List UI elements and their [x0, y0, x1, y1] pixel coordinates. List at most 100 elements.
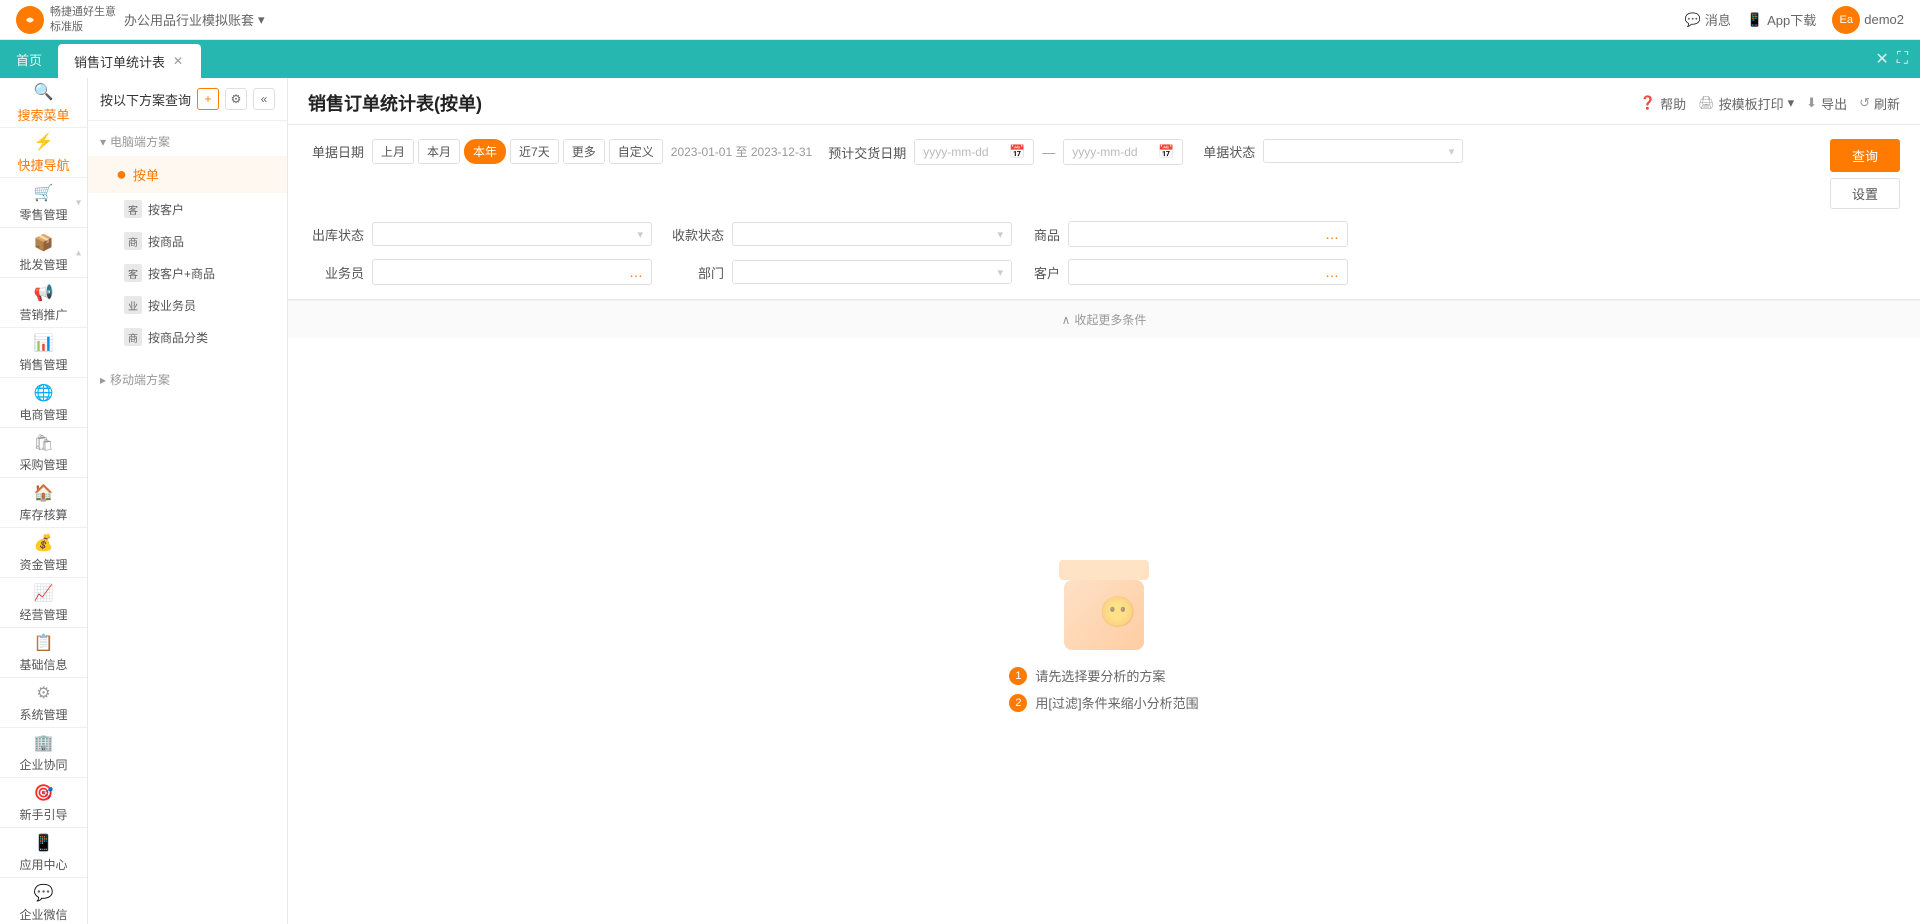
- mobile-scheme-group: ▸ 移动端方案: [88, 359, 287, 400]
- print-btn[interactable]: 🖨 按模板打印 ▾: [1698, 94, 1794, 113]
- close-window-icon[interactable]: ✕: [1875, 49, 1888, 69]
- sidebar-item-app-center[interactable]: 📱 应用中心: [0, 828, 87, 878]
- goods-input[interactable]: …: [1068, 221, 1348, 247]
- expected-date-end-input[interactable]: yyyy-mm-dd 📅: [1063, 139, 1183, 165]
- payment-status-select[interactable]: ▾: [732, 222, 1012, 246]
- box-top: [1059, 560, 1149, 580]
- settings-button[interactable]: 设置: [1830, 178, 1900, 209]
- sidebar-item-onboarding[interactable]: 🎯 新手引导: [0, 778, 87, 828]
- collapse-panel-btn[interactable]: «: [253, 88, 275, 110]
- sidebar-item-inventory[interactable]: 🏠 库存核算: [0, 478, 87, 528]
- goods-category-icon: 商: [124, 328, 142, 346]
- avatar: Ea: [1832, 6, 1860, 34]
- date-btn-custom[interactable]: 自定义: [609, 139, 663, 164]
- sidebar-item-quick-nav[interactable]: ⚡ 快捷导航: [0, 128, 87, 178]
- sidebar-item-system[interactable]: ⚙ 系统管理: [0, 678, 87, 728]
- sidebar-item-sales[interactable]: 📊 销售管理: [0, 328, 87, 378]
- pc-group-title: ▾ 电脑端方案: [88, 127, 287, 156]
- out-status-label: 出库状态: [308, 225, 364, 244]
- sidebar-item-ecommerce[interactable]: 🌐 电商管理: [0, 378, 87, 428]
- messages-btn[interactable]: 💬 消息: [1685, 10, 1731, 29]
- scheme-item-order[interactable]: ● 按单: [88, 156, 287, 193]
- customer-goods-icon: 客: [124, 264, 142, 282]
- logo-area: 畅捷通好生意 标准版: [16, 5, 116, 34]
- expected-date-start-input[interactable]: yyyy-mm-dd 📅: [914, 139, 1034, 165]
- calendar-end-icon: 📅: [1158, 144, 1174, 160]
- sidebar-item-retail[interactable]: 🛒 零售管理 ▾: [0, 178, 87, 228]
- query-button[interactable]: 查询: [1830, 139, 1900, 172]
- department-select[interactable]: ▾: [732, 260, 1012, 284]
- page-header-actions: ❓ 帮助 🖨 按模板打印 ▾ ⬇ 导出 ↺ 刷新: [1640, 94, 1900, 113]
- sidebar-item-finance[interactable]: 💰 资金管理: [0, 528, 87, 578]
- sidebar-item-basic-info[interactable]: 📋 基础信息: [0, 628, 87, 678]
- scheme-item-customer-goods[interactable]: 客 按客户+商品: [88, 257, 287, 289]
- sidebar-item-operations[interactable]: 📈 经营管理: [0, 578, 87, 628]
- date-btn-this-year[interactable]: 本年: [464, 139, 506, 164]
- refresh-btn[interactable]: ↺ 刷新: [1859, 94, 1900, 113]
- sidebar-item-wholesale[interactable]: 📦 批发管理 ▴: [0, 228, 87, 278]
- wechat-icon: 💬: [34, 883, 54, 903]
- help-btn[interactable]: ❓ 帮助: [1640, 94, 1686, 113]
- logo-icon: [16, 6, 44, 34]
- scheme-settings-btn[interactable]: ⚙: [225, 88, 247, 110]
- customer-scheme-icon: 客: [124, 200, 142, 218]
- tab-home[interactable]: 首页: [0, 40, 58, 78]
- salesperson-scheme-icon: 业: [124, 296, 142, 314]
- scheme-item-customer[interactable]: 客 按客户: [88, 193, 287, 225]
- tab-sales-stat[interactable]: 销售订单统计表 ✕: [58, 44, 201, 78]
- customer-input[interactable]: …: [1068, 259, 1348, 285]
- date-btn-more[interactable]: 更多: [563, 139, 605, 164]
- ecommerce-icon: 🌐: [34, 383, 54, 403]
- scheme-item-goods[interactable]: 商 按商品: [88, 225, 287, 257]
- basic-info-icon: 📋: [34, 633, 54, 653]
- help-icon: ❓: [1640, 95, 1656, 111]
- sidebar-item-purchase[interactable]: 🛍 采购管理: [0, 428, 87, 478]
- out-status-chevron-icon: ▾: [637, 228, 643, 241]
- search-icon: 🔍: [34, 82, 54, 102]
- expand-icon[interactable]: ⛶: [1897, 50, 1908, 68]
- marketing-icon: 📢: [34, 283, 54, 303]
- sidebar-item-marketing[interactable]: 📢 营销推广: [0, 278, 87, 328]
- goods-more-icon: …: [1325, 226, 1339, 242]
- app-download-btn[interactable]: 📱 App下载: [1747, 10, 1816, 29]
- salesperson-more-icon: …: [629, 264, 643, 280]
- tab-bar-actions: ✕ ⛶: [1875, 49, 1920, 69]
- export-btn[interactable]: ⬇ 导出: [1806, 94, 1847, 113]
- date-btn-last-month[interactable]: 上月: [372, 139, 414, 164]
- sidebar: 🔍 搜索菜单 ⚡ 快捷导航 🛒 零售管理 ▾ 📦 批发管理 ▴ 📢 营销推广 📊…: [0, 78, 88, 924]
- payment-chevron-icon: ▾: [997, 228, 1003, 241]
- status-select[interactable]: ▾: [1263, 139, 1463, 163]
- date-separator: —: [1042, 145, 1055, 160]
- empty-state: 😶 1 请先选择要分析的方案 2 用[过滤]条件来缩小分析范围: [288, 338, 1920, 924]
- customer-more-icon: …: [1325, 264, 1339, 280]
- system-icon: ⚙: [36, 683, 50, 703]
- add-scheme-btn[interactable]: +: [197, 88, 219, 110]
- app-center-icon: 📱: [34, 833, 54, 853]
- salesperson-input[interactable]: …: [372, 259, 652, 285]
- logo-text: 畅捷通好生意 标准版: [50, 5, 116, 34]
- out-status-select[interactable]: ▾: [372, 222, 652, 246]
- status-label: 单据状态: [1199, 142, 1255, 161]
- purchase-icon: 🛍: [33, 433, 53, 453]
- status-chevron-icon: ▾: [1449, 145, 1455, 158]
- pc-scheme-group: ▾ 电脑端方案 ● 按单 客 按客户 商 按商品 客 按客户+商品: [88, 121, 287, 359]
- payment-status-label: 收款状态: [668, 225, 724, 244]
- breadcrumb[interactable]: 办公用品行业模拟账套 ▾: [124, 10, 265, 29]
- tab-bar: 首页 销售订单统计表 ✕ ✕ ⛶: [0, 40, 1920, 78]
- sidebar-item-corp-wechat[interactable]: 💬 企业微信: [0, 878, 87, 924]
- scheme-item-goods-category[interactable]: 商 按商品分类: [88, 321, 287, 353]
- sidebar-item-enterprise[interactable]: 🏢 企业协同: [0, 728, 87, 778]
- scheme-item-salesperson[interactable]: 业 按业务员: [88, 289, 287, 321]
- tab-close-icon[interactable]: ✕: [171, 52, 185, 70]
- top-header: 畅捷通好生意 标准版 办公用品行业模拟账套 ▾ 💬 消息 📱 App下载 Ea …: [0, 0, 1920, 40]
- sidebar-item-search-menu[interactable]: 🔍 搜索菜单: [0, 78, 87, 128]
- chevron-up-icon: ▴: [76, 247, 81, 258]
- print-icon: 🖨: [1698, 95, 1715, 111]
- date-btn-7days[interactable]: 近7天: [510, 139, 559, 164]
- empty-tip-1: 1 请先选择要分析的方案: [1009, 666, 1198, 685]
- date-btn-this-month[interactable]: 本月: [418, 139, 460, 164]
- department-label: 部门: [668, 263, 724, 282]
- left-panel-header: 按以下方案查询 + ⚙ «: [88, 78, 287, 121]
- user-menu[interactable]: Ea demo2: [1832, 6, 1904, 34]
- collapse-conditions-bar[interactable]: ∧ 收起更多条件: [288, 300, 1920, 338]
